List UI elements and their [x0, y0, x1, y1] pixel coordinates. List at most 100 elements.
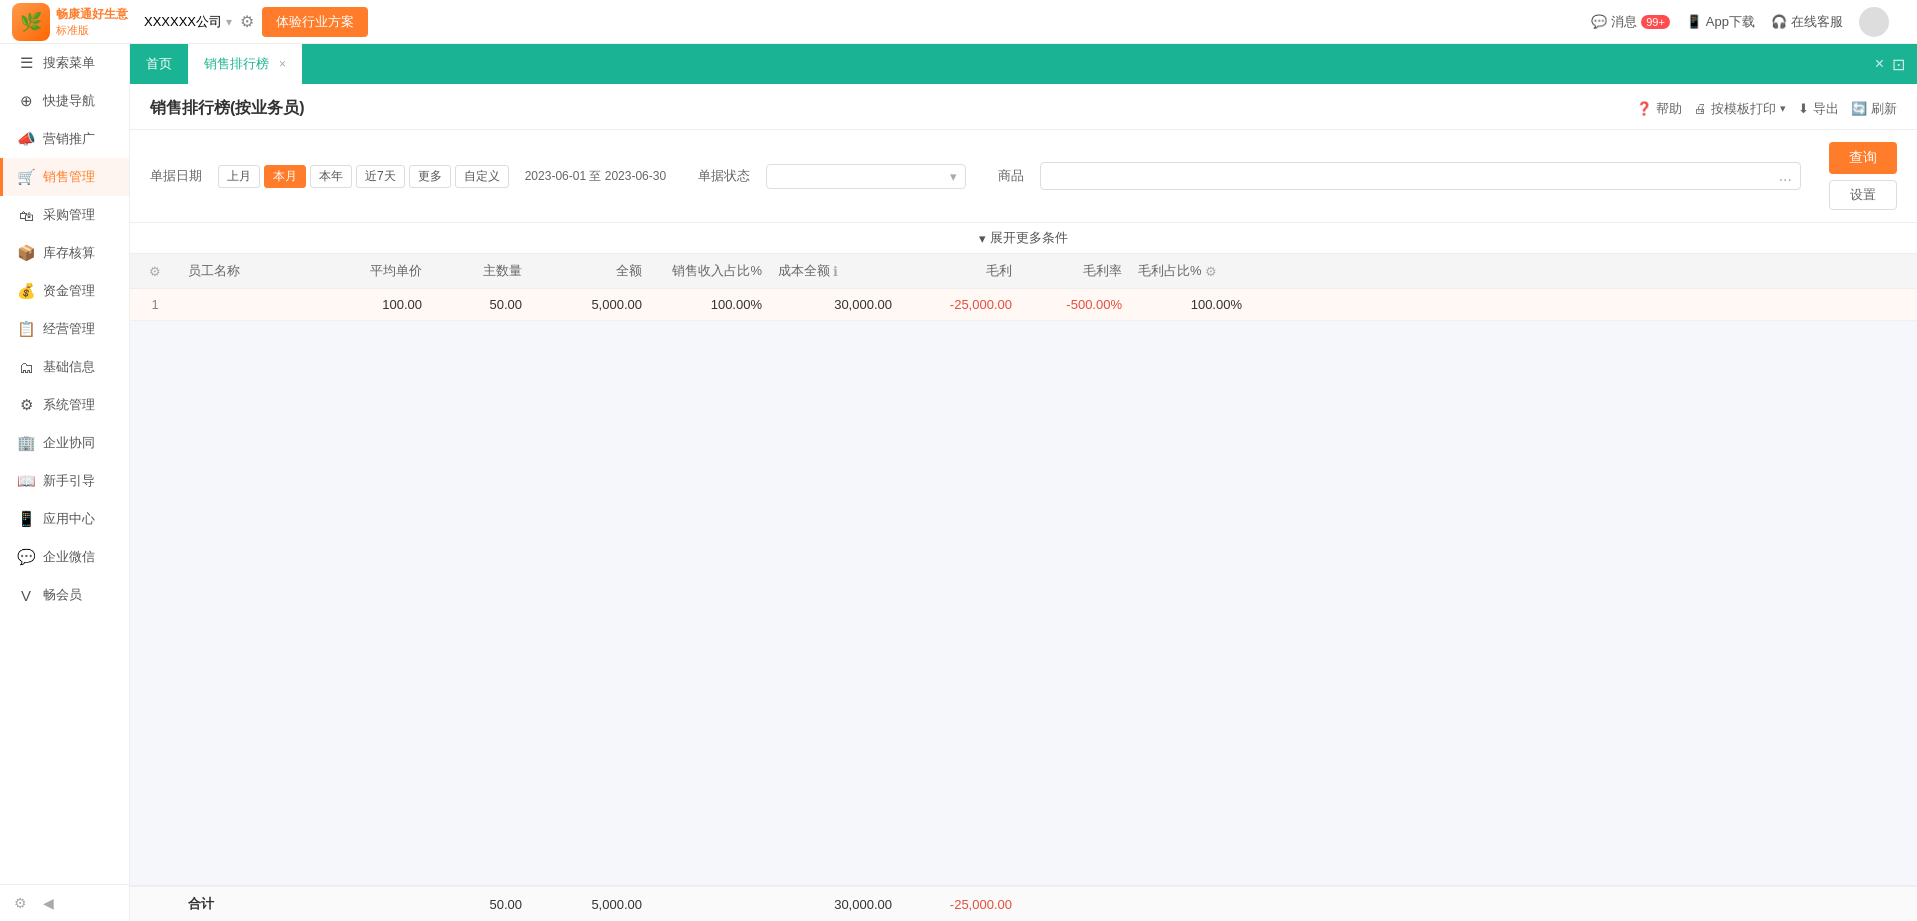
sidebar-icon-finance: 💰 — [17, 282, 35, 300]
footer-amount: 5,000.00 — [530, 897, 650, 912]
sidebar-item-marketing[interactable]: 📣 营销推广 — [0, 120, 129, 158]
tab-window-expand[interactable]: ⊡ — [1892, 55, 1905, 74]
row-cost: 30,000.00 — [770, 297, 900, 312]
page-title: 销售排行榜(按业务员) — [150, 98, 305, 119]
main-content: 销售排行榜(按业务员) ❓ 帮助 🖨 按模板打印 ▾ ⬇ — [130, 84, 1917, 885]
date-filter-label: 单据日期 — [150, 167, 202, 185]
sidebar-label-system: 系统管理 — [43, 396, 95, 414]
sidebar-label-search-order: 搜索菜单 — [43, 54, 95, 72]
goods-more-icon[interactable]: ... — [1779, 167, 1792, 185]
profit-pct-info-icon[interactable]: ⚙ — [1205, 264, 1217, 279]
sidebar-item-enterprise[interactable]: 🏢 企业协同 — [0, 424, 129, 462]
refresh-btn[interactable]: 🔄 刷新 — [1851, 100, 1897, 118]
sidebar-label-marketing: 营销推广 — [43, 130, 95, 148]
message-icon: 💬 — [1591, 14, 1607, 29]
user-avatar[interactable] — [1859, 7, 1889, 37]
gear-icon[interactable]: ⚙ — [240, 12, 254, 31]
online-service-btn[interactable]: 🎧 在线客服 — [1771, 13, 1843, 31]
date-btn-上月[interactable]: 上月 — [218, 165, 260, 188]
status-select[interactable]: ▾ — [766, 164, 966, 189]
col-header-profit-rate: 毛利率 — [1020, 262, 1130, 280]
tab-right: × ⊡ — [1875, 55, 1917, 74]
date-btn-自定义[interactable]: 自定义 — [455, 165, 509, 188]
sidebar-item-basic-info[interactable]: 🗂 基础信息 — [0, 348, 129, 386]
footer-label: 合计 — [180, 895, 320, 913]
date-btn-本月[interactable]: 本月 — [264, 165, 306, 188]
date-btn-本年[interactable]: 本年 — [310, 165, 352, 188]
sidebar-item-purchase-mgmt[interactable]: 🛍 采购管理 — [0, 196, 129, 234]
help-btn[interactable]: ❓ 帮助 — [1636, 100, 1682, 118]
expand-icon: ▾ — [979, 231, 986, 246]
col-header-amount: 全额 — [530, 262, 650, 280]
table-settings-icon[interactable]: ⚙ — [130, 264, 180, 279]
sidebar-item-sales-mgmt[interactable]: 🛒 销售管理 — [0, 158, 129, 196]
message-btn[interactable]: 💬 消息 99+ — [1591, 13, 1670, 31]
tab-window-close[interactable]: × — [1875, 55, 1884, 73]
sidebar-item-finance[interactable]: 💰 资金管理 — [0, 272, 129, 310]
export-btn[interactable]: ⬇ 导出 — [1798, 100, 1839, 118]
table-row: 1 100.00 50.00 5,000.00 100.00% 30,000.0… — [130, 289, 1917, 321]
footer-cost: 30,000.00 — [770, 897, 900, 912]
row-profit: -25,000.00 — [900, 297, 1020, 312]
row-avg-price: 100.00 — [320, 297, 430, 312]
sidebar-label-wechat: 企业微信 — [43, 548, 95, 566]
sidebar-item-inventory[interactable]: 📦 库存核算 — [0, 234, 129, 272]
message-badge: 99+ — [1641, 15, 1670, 29]
print-btn[interactable]: 🖨 按模板打印 ▾ — [1694, 100, 1786, 118]
row-qty: 50.00 — [430, 297, 530, 312]
sidebar-label-guide: 新手引导 — [43, 472, 95, 490]
date-btn-近7天[interactable]: 近7天 — [356, 165, 405, 188]
row-sales-pct: 100.00% — [650, 297, 770, 312]
sidebar-label-quick-nav: 快捷导航 — [43, 92, 95, 110]
tab-sales-ranking[interactable]: 销售排行榜 × — [188, 44, 302, 84]
sidebar-icon-inventory: 📦 — [17, 244, 35, 262]
collapse-icon[interactable]: ◀ — [43, 895, 54, 911]
sidebar-icon-basic-info: 🗂 — [17, 359, 35, 376]
app-download-btn[interactable]: 📱 App下载 — [1686, 13, 1755, 31]
sidebar-item-search-order[interactable]: ☰ 搜索菜单 — [0, 44, 129, 82]
sidebar-icon-quick-nav: ⊕ — [17, 92, 35, 110]
tab-home[interactable]: 首页 — [130, 44, 188, 84]
col-header-avg-price: 平均单价 — [320, 262, 430, 280]
table-footer: 合计 50.00 5,000.00 30,000.00 -25,000.00 — [130, 885, 1917, 921]
sidebar-icon-operations: 📋 — [17, 320, 35, 338]
tab-close-icon[interactable]: × — [279, 57, 286, 71]
cost-info-icon[interactable]: ℹ — [833, 264, 838, 279]
goods-input[interactable]: ... — [1040, 162, 1801, 190]
status-filter-label: 单据状态 — [698, 167, 750, 185]
sidebar-item-guide[interactable]: 📖 新手引导 — [0, 462, 129, 500]
sidebar-icon-marketing: 📣 — [17, 130, 35, 148]
date-btn-更多[interactable]: 更多 — [409, 165, 451, 188]
goods-filter-label: 商品 — [998, 167, 1024, 185]
sidebar-icon-guide: 📖 — [17, 472, 35, 490]
expand-conditions-btn[interactable]: ▾ 展开更多条件 — [979, 229, 1068, 247]
settings-button[interactable]: 设置 — [1829, 180, 1897, 210]
sidebar-item-member[interactable]: V 畅会员 — [0, 576, 129, 614]
sidebar-item-operations[interactable]: 📋 经营管理 — [0, 310, 129, 348]
settings-icon[interactable]: ⚙ — [14, 895, 27, 911]
sidebar-icon-member: V — [17, 587, 35, 604]
filter-row-1: 单据日期 上月本月本年近7天更多自定义 2023-06-01 至 2023-06… — [150, 142, 1897, 210]
col-header-qty: 主数量 — [430, 262, 530, 280]
footer-profit: -25,000.00 — [900, 897, 1020, 912]
top-bar: 🌿 畅康通好生意 标准版 XXXXXX公司 ▾ ⚙ 体验行业方案 💬 消息 99… — [0, 0, 1917, 44]
sidebar-label-app-center: 应用中心 — [43, 510, 95, 528]
sidebar-item-quick-nav[interactable]: ⊕ 快捷导航 — [0, 82, 129, 120]
company-selector[interactable]: XXXXXX公司 ▾ — [144, 13, 232, 31]
page-header-actions: ❓ 帮助 🖨 按模板打印 ▾ ⬇ 导出 🔄 — [1636, 100, 1897, 118]
row-profit-rate: -500.00% — [1020, 297, 1130, 312]
export-icon: ⬇ — [1798, 101, 1809, 116]
experience-btn[interactable]: 体验行业方案 — [262, 7, 368, 37]
query-button[interactable]: 查询 — [1829, 142, 1897, 174]
top-bar-right: 💬 消息 99+ 📱 App下载 🎧 在线客服 — [1591, 7, 1905, 37]
sidebar-item-app-center[interactable]: 📱 应用中心 — [0, 500, 129, 538]
sidebar-item-system[interactable]: ⚙ 系统管理 — [0, 386, 129, 424]
query-btn-area: 查询 设置 — [1817, 142, 1897, 210]
sidebar-bottom: ⚙ ◀ — [0, 884, 129, 921]
content-area: 首页 销售排行榜 × × ⊡ 销售排行榜(按业务员) — [130, 44, 1917, 921]
sidebar-item-wechat[interactable]: 💬 企业微信 — [0, 538, 129, 576]
app-logo: 🌿 — [12, 3, 50, 41]
status-select-arrow: ▾ — [950, 169, 957, 184]
col-header-sales-pct: 销售收入占比% — [650, 262, 770, 280]
sidebar: ☰ 搜索菜单 ⊕ 快捷导航 📣 营销推广 🛒 销售管理 🛍 采购管理 📦 库存核… — [0, 44, 130, 921]
